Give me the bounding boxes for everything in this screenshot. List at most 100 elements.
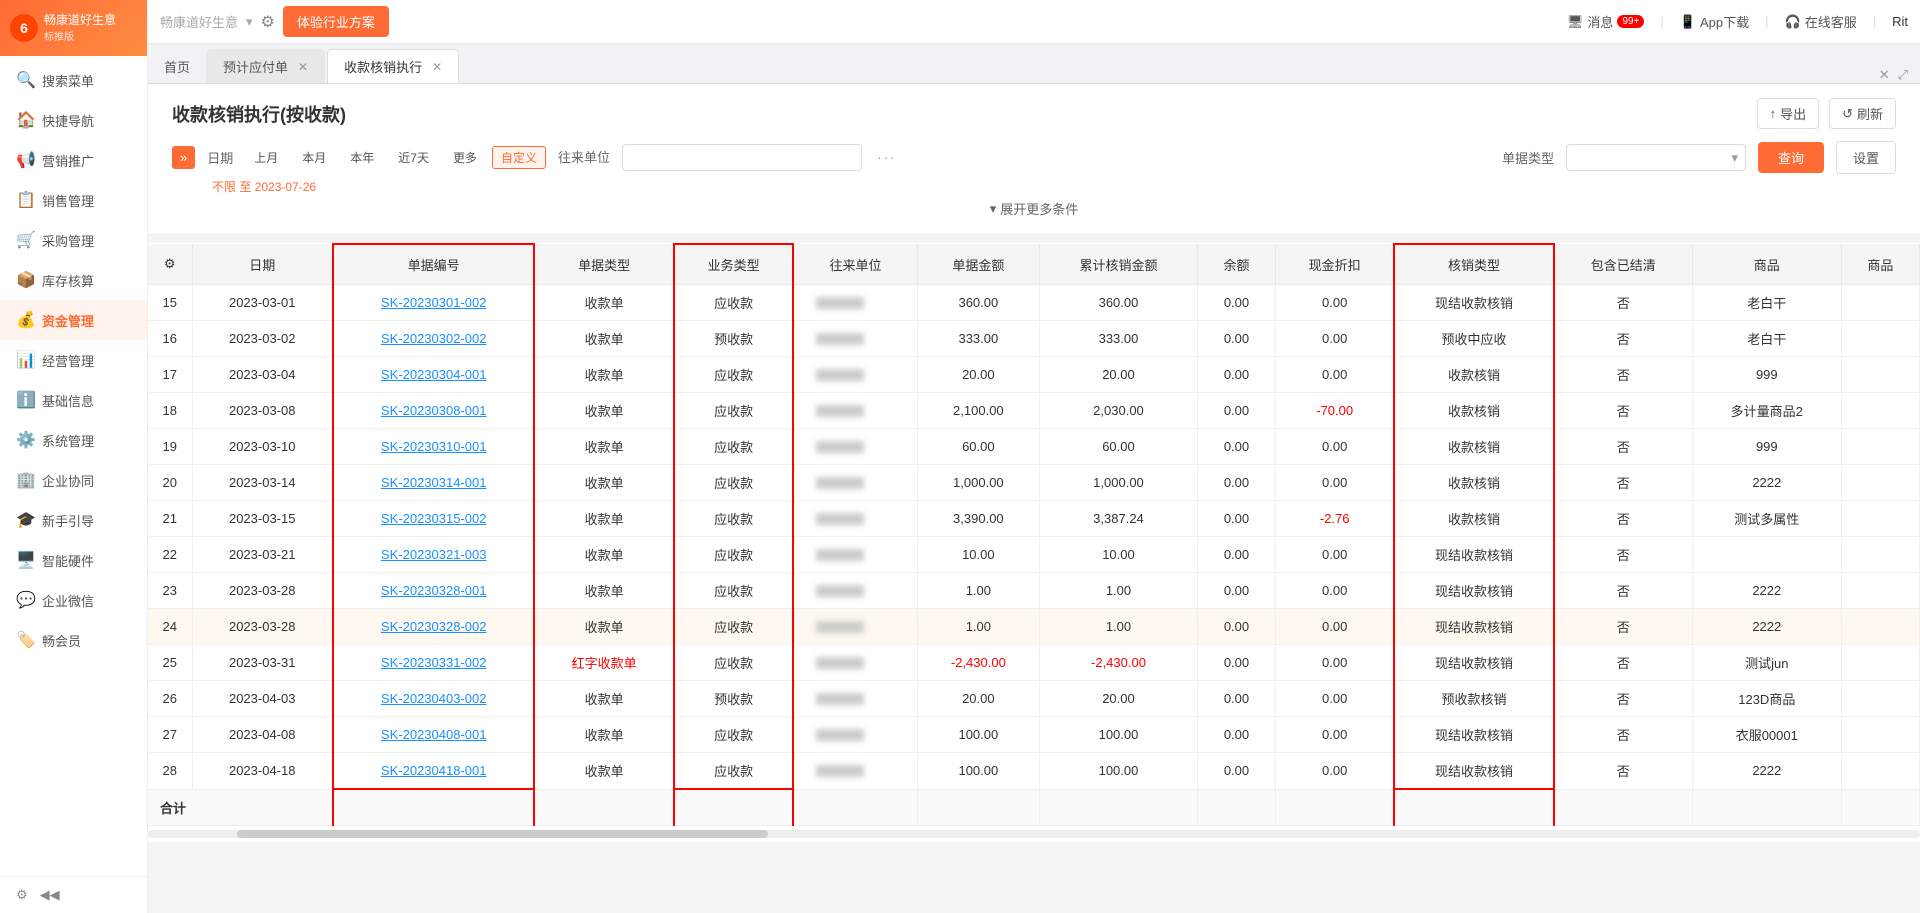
filter-ellipsis[interactable]: ··· [877,150,896,165]
cell-voucher-no: SK-20230310-001 [333,429,535,465]
voucher-no-link[interactable]: SK-20230314-001 [381,475,487,490]
sidebar-item-member[interactable]: 🏷️畅会员 [0,620,147,660]
cell-voucher-no: SK-20230408-001 [333,717,535,753]
cell-voucher-no: SK-20230403-002 [333,681,535,717]
voucher-no-link[interactable]: SK-20230302-002 [381,331,487,346]
table-row: 28 2023-04-18 SK-20230418-001 收款单 应收款 ██… [148,753,1920,790]
cell-partner: ██████ [793,393,917,429]
cell-writeoff-amount: -2,430.00 [1040,645,1198,681]
export-button[interactable]: ↑ 导出 [1757,98,1820,129]
voucher-no-link[interactable]: SK-20230418-001 [381,763,487,778]
sidebar-settings-icon[interactable]: ⚙ [16,887,28,903]
cell-writeoff-amount: 20.00 [1040,357,1198,393]
voucher-no-link[interactable]: SK-20230310-001 [381,439,487,454]
cell-product [1692,537,1841,573]
page-title: 收款核销执行(按收款) [172,101,346,127]
date-btn-custom[interactable]: 自定义 [492,146,546,169]
user-name[interactable]: Rit [1892,14,1908,29]
cell-voucher-type: 收款单 [534,465,673,501]
cell-include-settled: 否 [1554,501,1693,537]
voucher-no-link[interactable]: SK-20230328-001 [381,583,487,598]
sidebar-item-purchase[interactable]: 🛒采购管理 [0,220,147,260]
voucher-type-select[interactable] [1566,144,1746,171]
cell-balance: 0.00 [1197,753,1275,790]
sidebar-item-hardware[interactable]: 🖥️智能硬件 [0,540,147,580]
date-btn-last-month[interactable]: 上月 [245,145,287,170]
online-service-button[interactable]: 🎧 在线客服 [1785,12,1857,31]
cell-balance: 0.00 [1197,681,1275,717]
main-area: 畅康道好生意 ▾ ⚙ 体验行业方案 🖥 消息 99+ | 📱 App下载 | 🎧… [148,0,1920,913]
voucher-no-link[interactable]: SK-20230403-002 [381,691,487,706]
refresh-button[interactable]: ↺ 刷新 [1829,98,1896,129]
cell-voucher-no: SK-20230321-003 [333,537,535,573]
sidebar-label-quicknav: 快捷导航 [42,111,94,130]
cell-writeoff-amount: 333.00 [1040,321,1198,357]
table-row: 26 2023-04-03 SK-20230403-002 收款单 预收款 ██… [148,681,1920,717]
voucher-no-link[interactable]: SK-20230315-002 [381,511,487,526]
cell-no: 19 [148,429,192,465]
partner-filter-input[interactable] [622,144,862,171]
sidebar-item-guide[interactable]: 🎓新手引导 [0,500,147,540]
voucher-no-link[interactable]: SK-20230331-002 [381,655,487,670]
voucher-no-link[interactable]: SK-20230408-001 [381,727,487,742]
total-voucher-type [534,789,673,825]
cell-writeoff-amount: 100.00 [1040,717,1198,753]
cell-amount: 2,100.00 [917,393,1039,429]
sidebar-item-finance[interactable]: 💰资金管理 [0,300,147,340]
table-row: 23 2023-03-28 SK-20230328-001 收款单 应收款 ██… [148,573,1920,609]
sidebar-collapse-icon[interactable]: ◀◀ [40,887,60,903]
cell-cash-discount: 0.00 [1276,573,1395,609]
voucher-no-link[interactable]: SK-20230301-002 [381,295,487,310]
voucher-no-link[interactable]: SK-20230304-001 [381,367,487,382]
sidebar-item-basic[interactable]: ℹ️基础信息 [0,380,147,420]
cell-cash-discount: 0.00 [1276,285,1395,321]
tab-home[interactable]: 首页 [148,49,206,83]
cell-amount: 20.00 [917,357,1039,393]
sidebar-item-wechat[interactable]: 💬企业微信 [0,580,147,620]
topbar-breadcrumb: 畅康道好生意 [160,12,238,31]
sidebar-item-sales[interactable]: 📋销售管理 [0,180,147,220]
cell-biz-type: 应收款 [674,609,794,645]
sidebar-item-system[interactable]: ⚙️系统管理 [0,420,147,460]
date-btn-more[interactable]: 更多 [444,145,486,170]
tab-collection-close[interactable]: ✕ [432,60,442,74]
sidebar-item-operations[interactable]: 📊经营管理 [0,340,147,380]
cell-balance: 0.00 [1197,393,1275,429]
date-btn-this-month[interactable]: 本月 [293,145,335,170]
sidebar-item-quicknav[interactable]: 🏠快捷导航 [0,100,147,140]
expand-more-conditions[interactable]: ▾ 展开更多条件 [172,195,1896,222]
fullscreen-icon[interactable]: ⤢ [1898,67,1908,83]
message-button[interactable]: 🖥 消息 99+ [1567,12,1645,31]
col-writeoff-type: 核销类型 [1394,244,1553,285]
close-all-icon[interactable]: ✕ [1879,67,1890,83]
cell-partner: ██████ [793,285,917,321]
sidebar-icon-finance: 💰 [16,310,34,330]
voucher-no-link[interactable]: SK-20230321-003 [381,547,487,562]
cell-date: 2023-03-15 [192,501,333,537]
app-download-button[interactable]: 📱 App下载 [1680,12,1749,31]
voucher-no-link[interactable]: SK-20230308-001 [381,403,487,418]
tab-prepay-close[interactable]: ✕ [298,60,308,74]
query-button[interactable]: 查询 [1758,142,1824,173]
sidebar-item-inventory[interactable]: 📦库存核算 [0,260,147,300]
date-btn-this-year[interactable]: 本年 [341,145,383,170]
cell-writeoff-type: 收款核销 [1394,465,1553,501]
setting-button[interactable]: 设置 [1836,141,1896,174]
cell-product: 999 [1692,429,1841,465]
voucher-no-link[interactable]: SK-20230328-002 [381,619,487,634]
date-btn-7days[interactable]: 近7天 [389,145,438,170]
filter-expand-icon[interactable]: » [172,146,195,169]
table-row: 24 2023-03-28 SK-20230328-002 收款单 应收款 ██… [148,609,1920,645]
solution-button[interactable]: 体验行业方案 [283,6,389,37]
tab-prepay[interactable]: 预计应付单 ✕ [206,49,325,83]
topbar-gear-icon[interactable]: ⚙ [261,12,275,32]
sidebar-item-corp[interactable]: 🏢企业协同 [0,460,147,500]
sidebar-icon-purchase: 🛒 [16,230,34,250]
col-settings[interactable]: ⚙ [148,244,192,285]
tab-collection[interactable]: 收款核销执行 ✕ [327,49,459,83]
cell-biz-type: 应收款 [674,537,794,573]
sidebar-item-marketing[interactable]: 📢营销推广 [0,140,147,180]
sidebar-item-search[interactable]: 🔍搜索菜单 [0,60,147,100]
horizontal-scrollbar[interactable] [148,830,1920,838]
table-row: 22 2023-03-21 SK-20230321-003 收款单 应收款 ██… [148,537,1920,573]
